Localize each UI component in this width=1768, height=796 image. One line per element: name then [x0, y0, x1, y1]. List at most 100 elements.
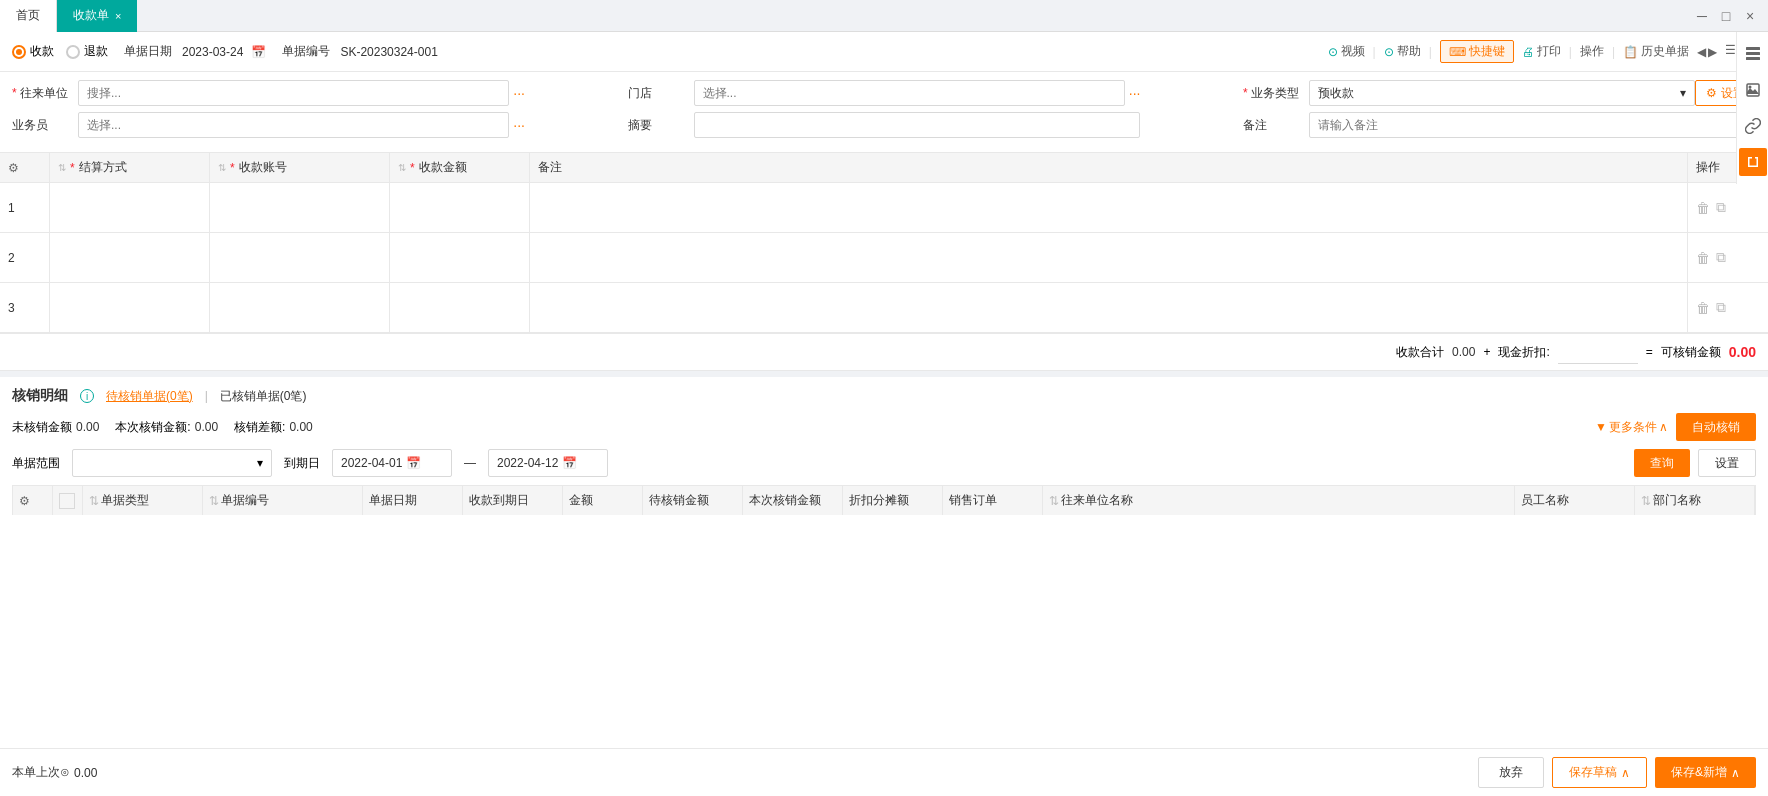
toolbar: 收款 退款 单据日期 2023-03-24 📅 单据编号 SK-20230324… — [0, 32, 1768, 72]
tab-close-icon[interactable]: × — [115, 10, 121, 22]
discard-button[interactable]: 放弃 — [1478, 757, 1544, 788]
sidebar-image-icon[interactable] — [1739, 76, 1767, 104]
row-3-num: 3 — [0, 283, 50, 332]
copy-icon-3[interactable]: ⧉ — [1716, 299, 1726, 316]
date-to-value: 2022-04-12 — [497, 456, 558, 470]
store-input[interactable] — [694, 80, 1125, 106]
row-3-payment[interactable] — [50, 283, 210, 332]
help-button[interactable]: ⊙ 帮助 — [1384, 43, 1421, 60]
more-conditions-button[interactable]: ▼ 更多条件 ∧ — [1595, 419, 1668, 436]
sort-icon-bt4: ⇅ — [1641, 494, 1651, 508]
radio-refund[interactable]: 退款 — [66, 43, 108, 60]
done-tab[interactable]: 已核销单据(0笔) — [220, 388, 307, 405]
save-new-button[interactable]: 保存&新增 ∧ — [1655, 757, 1756, 788]
note-th: 备注 — [530, 153, 1688, 182]
range-select[interactable]: ▾ — [72, 449, 272, 477]
close-button[interactable]: × — [1740, 6, 1760, 26]
sort-icon-bt1: ⇅ — [89, 494, 99, 508]
print-button[interactable]: 🖨 打印 — [1522, 43, 1561, 60]
copy-icon-2[interactable]: ⧉ — [1716, 249, 1726, 266]
row-1-note[interactable] — [530, 183, 1688, 232]
tab-receipt[interactable]: 收款单 × — [57, 0, 137, 32]
checkbox-col[interactable] — [53, 486, 83, 515]
gear-icon-2[interactable]: ⚙ — [19, 494, 30, 508]
tab-separator: | — [205, 389, 208, 403]
gear-icon: ⚙ — [1706, 86, 1717, 100]
row-2-amount[interactable] — [390, 233, 530, 282]
select-all-checkbox[interactable] — [59, 493, 75, 509]
date-from-input[interactable]: 2022-04-01 📅 — [332, 449, 452, 477]
more-conditions-label: 更多条件 — [1609, 419, 1657, 436]
summary-input[interactable] — [694, 112, 1141, 138]
row-3-note[interactable] — [530, 283, 1688, 332]
partner-more-icon[interactable]: ··· — [513, 85, 525, 101]
delete-icon-3[interactable]: 🗑 — [1696, 300, 1710, 316]
row-2-account[interactable] — [210, 233, 390, 282]
video-button[interactable]: ⊙ 视频 — [1328, 43, 1365, 60]
print-icon: 🖨 — [1522, 45, 1534, 59]
arrow-right-icon[interactable]: ▶ — [1708, 45, 1717, 59]
table-header: ⚙ ⇅ * 结算方式 ⇅ * 收款账号 ⇅ * 收款金额 — [0, 153, 1768, 183]
partner-input[interactable] — [78, 80, 509, 106]
diff-value: 0.00 — [289, 420, 312, 434]
row-3-account[interactable] — [210, 283, 390, 332]
discount-label-bt: 折扣分摊额 — [849, 492, 909, 509]
settings-th[interactable]: ⚙ — [0, 153, 50, 182]
list-view-icon[interactable]: ☰ — [1725, 43, 1736, 61]
gear-col[interactable]: ⚙ — [13, 486, 53, 515]
staff-input[interactable] — [78, 112, 509, 138]
business-type-label: * 业务类型 — [1243, 85, 1303, 102]
row-1-account[interactable] — [210, 183, 390, 232]
available-value: 0.00 — [1729, 344, 1756, 360]
draft-button[interactable]: 保存草稿 ∧ — [1552, 757, 1647, 788]
row-2-num: 2 — [0, 233, 50, 282]
row-2-note[interactable] — [530, 233, 1688, 282]
date-label: 单据日期 — [124, 43, 172, 60]
arrow-left-icon[interactable]: ◀ — [1697, 45, 1706, 59]
row-3-amount[interactable] — [390, 283, 530, 332]
copy-icon[interactable]: ⧉ — [1716, 199, 1726, 216]
operation-button[interactable]: 操作 — [1580, 43, 1604, 60]
info-icon[interactable]: i — [80, 389, 94, 403]
table-row: 3 🗑 ⧉ — [0, 283, 1768, 333]
gear-icon[interactable]: ⚙ — [8, 161, 19, 175]
amount-label-bt: 金额 — [569, 492, 593, 509]
radio-receipt[interactable]: 收款 — [12, 43, 54, 60]
date-value: 2023-03-24 — [182, 45, 243, 59]
sidebar-expand-icon[interactable] — [1739, 148, 1767, 176]
tab-home[interactable]: 首页 — [0, 0, 57, 32]
maximize-button[interactable]: □ — [1716, 6, 1736, 26]
print-label: 打印 — [1537, 43, 1561, 60]
note-input[interactable] — [1309, 112, 1756, 138]
row-1-payment[interactable] — [50, 183, 210, 232]
calendar-icon[interactable]: 📅 — [251, 45, 266, 59]
settings-button-2[interactable]: 设置 — [1698, 449, 1756, 477]
auto-verify-button[interactable]: 自动核销 — [1676, 413, 1756, 441]
delete-icon-2[interactable]: 🗑 — [1696, 250, 1710, 266]
date-to-input[interactable]: 2022-04-12 📅 — [488, 449, 608, 477]
row-1-ops: 🗑 ⧉ — [1688, 183, 1768, 232]
shortcut-button[interactable]: ⌨ 快捷键 — [1440, 40, 1514, 63]
bill-type-label: 单据类型 — [101, 492, 149, 509]
minimize-button[interactable]: ─ — [1692, 6, 1712, 26]
form-area: * 往来单位 ··· 门店 ··· * 业务类型 — [0, 72, 1768, 153]
partner-label-text: 往来单位 — [20, 86, 68, 100]
bill-type-col: ⇅ 单据类型 — [83, 486, 203, 515]
verify-header: 核销明细 i 待核销单据(0笔) | 已核销单据(0笔) — [12, 387, 1756, 405]
discount-label: 现金折扣: — [1498, 344, 1549, 361]
available-label: 可核销金额 — [1661, 344, 1721, 361]
due-date-label: 收款到期日 — [469, 492, 529, 509]
delete-icon[interactable]: 🗑 — [1696, 200, 1710, 216]
row-1-amount[interactable] — [390, 183, 530, 232]
discount-input[interactable] — [1558, 340, 1638, 364]
store-more-icon[interactable]: ··· — [1129, 85, 1141, 101]
pending-tab[interactable]: 待核销单据(0笔) — [106, 388, 193, 405]
row-2-payment[interactable] — [50, 233, 210, 282]
query-button[interactable]: 查询 — [1634, 449, 1690, 477]
sidebar-link-icon[interactable] — [1739, 112, 1767, 140]
business-type-select[interactable]: 预收款 ▾ — [1309, 80, 1695, 106]
staff-more-icon[interactable]: ··· — [513, 117, 525, 133]
history-button[interactable]: 📋 历史单据 — [1623, 43, 1689, 60]
row-num: 2 — [8, 251, 15, 265]
sidebar-table-icon[interactable] — [1739, 40, 1767, 68]
